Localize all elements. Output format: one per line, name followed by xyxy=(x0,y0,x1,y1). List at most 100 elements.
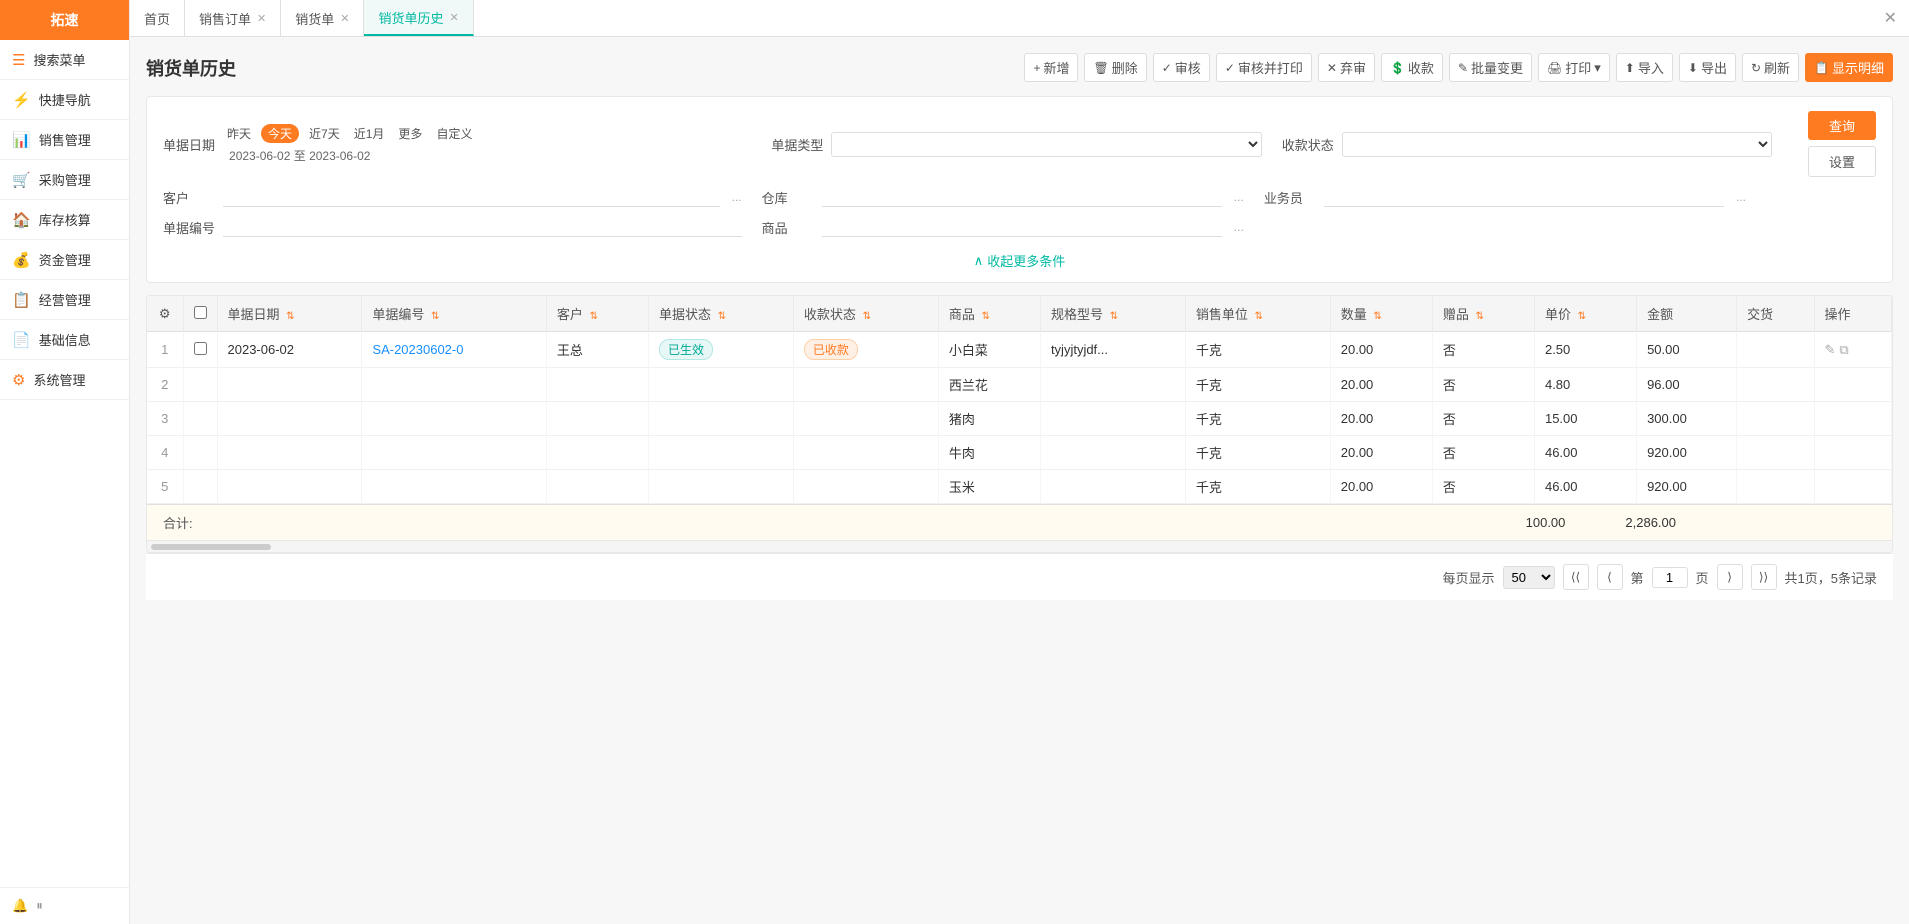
spec-sort-icon[interactable]: ⇅ xyxy=(1110,311,1118,322)
number-sort-icon[interactable]: ⇅ xyxy=(431,311,439,322)
next-page-button[interactable]: ⟩ xyxy=(1717,564,1743,590)
row-number-1[interactable] xyxy=(362,368,547,402)
first-page-button[interactable]: ⟨⟨ xyxy=(1563,564,1589,590)
sidebar-item-purchase-mgmt[interactable]: 🛒 采购管理 xyxy=(0,160,129,200)
customer-sort-icon[interactable]: ⇅ xyxy=(590,311,598,322)
goods-input[interactable] xyxy=(822,217,1222,237)
unit-sort-icon[interactable]: ⇅ xyxy=(1254,311,1262,322)
edit-icon[interactable]: ✎ xyxy=(1825,342,1836,358)
sidebar-item-basic-info[interactable]: 📄 基础信息 xyxy=(0,320,129,360)
new-button[interactable]: + 新增 xyxy=(1024,53,1078,82)
collapse-button[interactable]: ∧ 收起更多条件 xyxy=(163,247,1876,274)
show-detail-button[interactable]: 📋 显示明细 xyxy=(1805,53,1893,82)
col-unit-price-label: 单价 xyxy=(1545,307,1571,322)
per-page-select[interactable]: 50 100 200 xyxy=(1503,566,1555,589)
quantity-sort-icon[interactable]: ⇅ xyxy=(1373,311,1381,322)
query-button[interactable]: 查询 xyxy=(1808,111,1876,140)
collect-status-select[interactable] xyxy=(1342,132,1772,157)
col-quantity-label: 数量 xyxy=(1341,307,1367,322)
row-checkbox-3[interactable] xyxy=(183,436,217,470)
scroll-bar-thumb[interactable] xyxy=(151,544,271,550)
sidebar-item-sys-mgmt[interactable]: ⚙ 系统管理 xyxy=(0,360,129,400)
last-page-button[interactable]: ⟩⟩ xyxy=(1751,564,1777,590)
notification-icon[interactable]: 🔔 xyxy=(12,898,28,914)
import-button[interactable]: ⬆ 导入 xyxy=(1616,53,1673,82)
copy-icon[interactable]: ⧉ xyxy=(1839,342,1848,358)
row-unit-price-4: 46.00 xyxy=(1534,470,1636,504)
sidebar-item-search-menu[interactable]: ☰ 搜索菜单 xyxy=(0,40,129,80)
scroll-bar-area[interactable] xyxy=(147,540,1892,552)
collect-status-label: 收款状态 xyxy=(1282,135,1334,154)
tab-sales-order-close[interactable]: ✕ xyxy=(257,12,266,25)
sidebar-item-ops-mgmt[interactable]: 📋 经营管理 xyxy=(0,280,129,320)
tab-home[interactable]: 首页 xyxy=(130,0,185,36)
salesperson-label: 业务员 xyxy=(1264,188,1316,207)
customer-more-icon[interactable]: ... xyxy=(732,190,742,204)
sidebar-item-inventory-calc[interactable]: 🏠 库存核算 xyxy=(0,200,129,240)
tab-sales-order[interactable]: 销售订单 ✕ xyxy=(185,0,281,36)
select-all-checkbox[interactable] xyxy=(194,306,207,319)
warehouse-input[interactable] xyxy=(822,187,1222,207)
col-checkbox[interactable] xyxy=(183,296,217,332)
goods-more-icon[interactable]: ... xyxy=(1234,220,1244,234)
shortcut-today[interactable]: 今天 xyxy=(261,124,299,143)
tab-sales-goods-close[interactable]: ✕ xyxy=(340,12,349,25)
row-checkbox-1[interactable] xyxy=(183,368,217,402)
doc-status-sort-icon[interactable]: ⇅ xyxy=(718,311,726,322)
row-number-2[interactable] xyxy=(362,402,547,436)
doc-type-select[interactable] xyxy=(831,132,1261,157)
col-amount-label: 金额 xyxy=(1647,307,1673,322)
audit-print-button[interactable]: ✓ 审核并打印 xyxy=(1216,53,1312,82)
row-checkbox-0[interactable] xyxy=(183,332,217,368)
close-all-button[interactable]: ✕ xyxy=(1872,8,1909,28)
row-actions-4[interactable] xyxy=(1814,470,1892,504)
col-settings[interactable]: ⚙ xyxy=(147,296,183,332)
abandon-button[interactable]: ✕ 弃审 xyxy=(1318,53,1375,82)
page-number-input[interactable] xyxy=(1652,567,1688,588)
salesperson-more-icon[interactable]: ... xyxy=(1736,190,1746,204)
collect-status-sort-icon[interactable]: ⇅ xyxy=(863,311,871,322)
shortcut-last7days[interactable]: 近7天 xyxy=(305,124,344,143)
tab-sales-history[interactable]: 销货单历史 ✕ xyxy=(364,0,473,36)
shortcut-yesterday[interactable]: 昨天 xyxy=(223,124,255,143)
pause-icon[interactable]: ⏸ xyxy=(36,898,43,914)
salesperson-input[interactable] xyxy=(1324,187,1724,207)
row-actions-3[interactable] xyxy=(1814,436,1892,470)
sidebar-item-sales-mgmt[interactable]: 📊 销售管理 xyxy=(0,120,129,160)
row-actions-1[interactable] xyxy=(1814,368,1892,402)
delete-button[interactable]: 🗑 删除 xyxy=(1084,53,1146,82)
tab-sales-goods[interactable]: 销货单 ✕ xyxy=(281,0,364,36)
sidebar-item-label: 系统管理 xyxy=(33,370,85,389)
shortcut-more[interactable]: 更多 xyxy=(394,124,426,143)
tab-sales-history-close[interactable]: ✕ xyxy=(450,11,459,24)
audit-button[interactable]: ✓ 审核 xyxy=(1153,53,1210,82)
row-number-3[interactable] xyxy=(362,436,547,470)
goods-sort-icon[interactable]: ⇅ xyxy=(981,311,989,322)
sidebar-item-fund-mgmt[interactable]: 💰 资金管理 xyxy=(0,240,129,280)
warehouse-more-icon[interactable]: ... xyxy=(1234,190,1244,204)
row-actions-0[interactable]: ✎⧉ xyxy=(1814,332,1892,368)
unit-price-sort-icon[interactable]: ⇅ xyxy=(1578,311,1586,322)
customer-input[interactable] xyxy=(223,187,720,207)
row-number-4[interactable] xyxy=(362,470,547,504)
gift-sort-icon[interactable]: ⇅ xyxy=(1476,311,1484,322)
set-button[interactable]: 设置 xyxy=(1808,146,1876,177)
row-number-0[interactable]: SA-20230602-0 xyxy=(362,332,547,368)
row-actions-2[interactable] xyxy=(1814,402,1892,436)
sidebar-item-quick-nav[interactable]: ⚡ 快捷导航 xyxy=(0,80,129,120)
batch-change-button[interactable]: ✎ 批量变更 xyxy=(1449,53,1532,82)
prev-page-button[interactable]: ⟨ xyxy=(1597,564,1623,590)
collect-button[interactable]: 💲 收款 xyxy=(1381,53,1443,82)
shortcut-last1month[interactable]: 近1月 xyxy=(350,124,389,143)
sidebar-item-label: 搜索菜单 xyxy=(33,50,85,69)
row-checkbox-2[interactable] xyxy=(183,402,217,436)
print-button[interactable]: 🖨 打印 ▾ xyxy=(1538,53,1610,82)
date-sort-icon[interactable]: ⇅ xyxy=(286,311,294,322)
settings-gear-icon[interactable]: ⚙ xyxy=(159,306,171,321)
export-button[interactable]: ⬇ 导出 xyxy=(1679,53,1736,82)
col-collect-status-label: 收款状态 xyxy=(804,307,856,322)
refresh-button[interactable]: ↻ 刷新 xyxy=(1742,53,1799,82)
shortcut-custom[interactable]: 自定义 xyxy=(432,124,476,143)
row-checkbox-4[interactable] xyxy=(183,470,217,504)
doc-number-input[interactable] xyxy=(223,217,742,237)
